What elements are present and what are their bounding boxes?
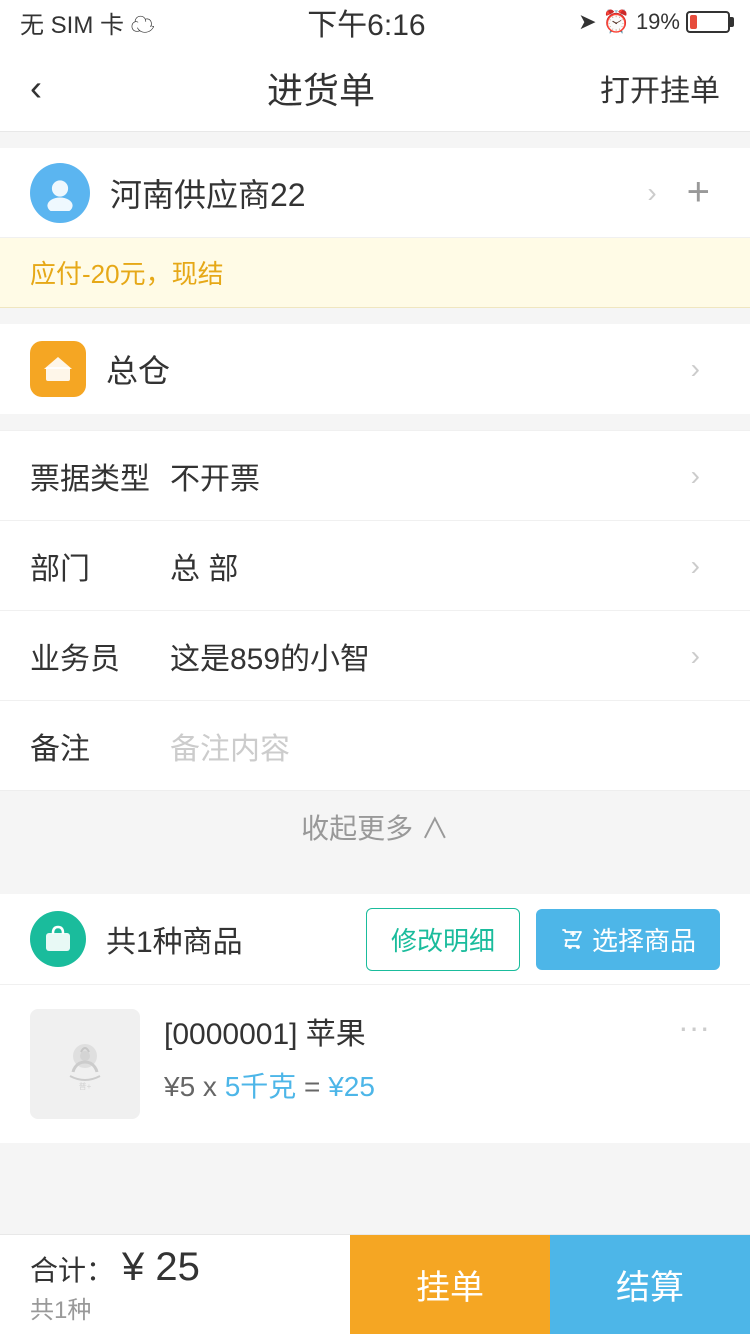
invoice-type-value: 不开票 [160,454,691,498]
status-right: ➤ ⏰ 19% [578,9,730,35]
salesman-value: 这是859的小智 [160,634,691,678]
remark-label: 备注 [30,724,160,768]
bottom-bar: 合计： ¥ 25 共1种 挂单 结算 [0,1234,750,1334]
open-hang-button[interactable]: 打开挂单 [600,66,720,110]
salesman-label: 业务员 [30,634,160,678]
invoice-type-row[interactable]: 票据类型 不开票 › [0,430,750,520]
product-menu-button[interactable]: ··· [668,1009,720,1046]
product-count: 共1种商品 [106,917,366,961]
product-name: [0000001] 苹果 [164,1009,668,1053]
total-section: 合计： ¥ 25 共1种 [0,1235,350,1334]
warehouse-name: 总仓 [106,346,691,392]
remark-row[interactable]: 备注 备注内容 [0,700,750,790]
section-gap-1 [0,132,750,148]
location-icon: ➤ [578,9,596,35]
invoice-type-label: 票据类型 [30,454,160,498]
total-label: 合计： [30,1249,114,1289]
collapse-button[interactable]: 收起更多 ∧ [0,790,750,862]
product-code: [0000001] [164,1018,306,1051]
status-left: 无 SIM 卡 ☁ [20,5,155,40]
select-product-button[interactable]: 选择商品 [536,909,720,970]
invoice-type-chevron: › [691,460,700,492]
salesman-row[interactable]: 业务员 这是859的小智 › [0,610,750,700]
battery-fill [690,15,697,29]
hang-button[interactable]: 挂单 [350,1235,550,1334]
add-button[interactable]: + [677,170,720,215]
remark-value[interactable]: 备注内容 [160,724,720,768]
battery-icon [686,11,730,33]
section-gap-2 [0,308,750,324]
product-icon [30,911,86,967]
product-info: [0000001] 苹果 ¥5 x 5千克 = ¥25 [164,1009,668,1105]
warehouse-card: 总仓 › [0,324,750,414]
form-section: 票据类型 不开票 › 部门 总 部 › 业务员 这是859的小智 › 备注 备注… [0,430,750,862]
supplier-name: 河南供应商22 [110,170,647,216]
notice-bar: 应付-20元，现结 [0,238,750,308]
status-time: 下午6:16 [307,0,425,44]
product-section: 共1种商品 修改明细 选择商品 普+ [0000001] 苹果 [0,894,750,1143]
nav-bar: ‹ 进货单 打开挂单 [0,44,750,132]
sim-label: 无 SIM 卡 ☁ [20,5,155,40]
total-amount: ¥ 25 [122,1245,200,1290]
product-item: 普+ [0000001] 苹果 ¥5 x 5千克 = ¥25 ··· [0,984,750,1143]
section-gap-4 [0,862,750,878]
department-row[interactable]: 部门 总 部 › [0,520,750,610]
salesman-chevron: › [691,640,700,672]
department-chevron: › [691,550,700,582]
product-price: ¥5 x 5千克 = ¥25 [164,1065,668,1105]
supplier-card: 河南供应商22 › + 应付-20元，现结 [0,148,750,308]
department-label: 部门 [30,544,160,588]
product-header: 共1种商品 修改明细 选择商品 [0,894,750,984]
product-thumbnail: 普+ [30,1009,140,1119]
back-button[interactable]: ‹ [30,67,42,109]
cart-icon [560,927,584,951]
section-gap-3 [0,414,750,430]
checkout-button[interactable]: 结算 [550,1235,750,1334]
supplier-avatar [30,163,90,223]
department-value: 总 部 [160,544,691,588]
svg-text:普+: 普+ [79,1081,92,1091]
page-title: 进货单 [267,62,375,114]
status-bar: 无 SIM 卡 ☁ 下午6:16 ➤ ⏰ 19% [0,0,750,44]
warehouse-chevron: › [691,353,700,385]
total-row: 合计： ¥ 25 [30,1245,320,1290]
chevron-icon: › [647,177,656,209]
edit-detail-button[interactable]: 修改明细 [366,908,520,971]
supplier-row[interactable]: 河南供应商22 › + [0,148,750,238]
warehouse-icon [30,341,86,397]
alarm-icon: ⏰ [603,9,630,35]
total-sub: 共1种 [30,1290,320,1325]
battery-label: 19% [636,9,680,35]
select-product-label: 选择商品 [592,921,696,958]
warehouse-row[interactable]: 总仓 › [0,324,750,414]
